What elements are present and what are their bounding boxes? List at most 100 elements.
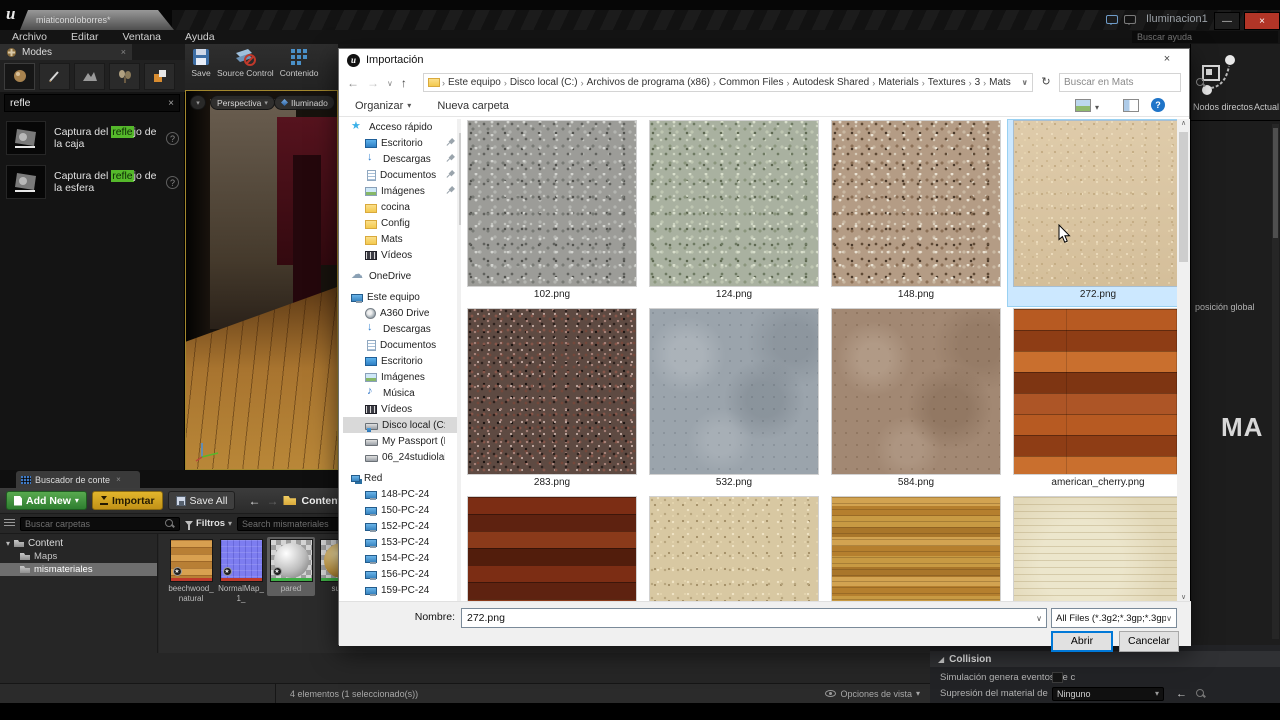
mode-result-row[interactable]: Captura del reflejo de la caja ? bbox=[0, 116, 185, 160]
filters-button[interactable]: Filtros bbox=[185, 518, 232, 530]
nav-item[interactable]: Imágenes bbox=[343, 369, 457, 385]
breadcrumb-segment[interactable]: Disco local (C:) bbox=[507, 77, 581, 88]
scrollbar-thumb[interactable] bbox=[1179, 132, 1188, 262]
nav-item[interactable]: 152-PC-24 bbox=[343, 518, 457, 534]
up-icon[interactable] bbox=[401, 76, 407, 90]
breadcrumb-segment[interactable]: Materials bbox=[875, 77, 922, 88]
nav-item[interactable]: Vídeos bbox=[343, 401, 457, 417]
help-icon[interactable]: ? bbox=[1151, 98, 1165, 112]
dialog-search-box[interactable] bbox=[1059, 73, 1204, 92]
file-thumbnail[interactable] bbox=[650, 309, 818, 474]
close-icon[interactable] bbox=[116, 475, 121, 484]
filename-dropdown-icon[interactable] bbox=[1036, 614, 1042, 623]
folder-search-input[interactable] bbox=[25, 518, 165, 529]
scrollbar-thumb[interactable] bbox=[1273, 128, 1278, 238]
actualize-label[interactable]: Actual bbox=[1254, 102, 1279, 112]
menu-item[interactable]: Archivo bbox=[0, 30, 59, 44]
asset-thumbnail[interactable] bbox=[169, 539, 213, 582]
file-thumbnail[interactable] bbox=[468, 497, 636, 601]
back-icon[interactable] bbox=[248, 494, 260, 508]
collapse-triangle-icon[interactable]: ◢ bbox=[938, 655, 944, 664]
address-dropdown-icon[interactable] bbox=[1022, 78, 1029, 87]
direct-nodes-label[interactable]: Nodos directos bbox=[1193, 102, 1253, 112]
nav-item[interactable]: Imágenes bbox=[343, 183, 457, 199]
nav-item[interactable]: 159-PC-24 bbox=[343, 582, 457, 598]
breadcrumb-segment[interactable]: Autodesk Shared bbox=[789, 77, 872, 88]
file-item[interactable] bbox=[461, 495, 643, 601]
file-item[interactable]: american_cherry.png bbox=[1007, 307, 1189, 495]
asset-item[interactable]: pared bbox=[267, 537, 315, 596]
modes-search-box[interactable] bbox=[4, 94, 180, 112]
file-thumbnail[interactable] bbox=[832, 121, 1000, 286]
file-item[interactable]: 272.png bbox=[1007, 119, 1189, 307]
perspective-button[interactable]: Perspectiva bbox=[210, 95, 275, 110]
nav-item[interactable]: Documentos bbox=[343, 167, 457, 183]
nav-item[interactable]: Escritorio bbox=[343, 353, 457, 369]
phys-material-dropdown[interactable]: Ninguno bbox=[1052, 686, 1164, 701]
nav-item[interactable]: Descargas bbox=[343, 321, 457, 337]
asset-item[interactable]: beechwood_ natural bbox=[167, 537, 215, 605]
save-all-button[interactable]: Save All bbox=[167, 491, 236, 510]
forward-icon[interactable] bbox=[367, 76, 379, 90]
foliage-mode-button[interactable] bbox=[109, 62, 140, 90]
file-thumbnail[interactable] bbox=[650, 121, 818, 286]
view-options-button[interactable]: Opciones de vista bbox=[825, 689, 920, 699]
nav-item[interactable]: 06_24studiolab ( bbox=[343, 449, 457, 465]
help-search-input[interactable] bbox=[1132, 31, 1278, 43]
collapse-sources-icon[interactable] bbox=[4, 519, 15, 528]
nav-item[interactable]: Config bbox=[343, 215, 457, 231]
nav-item[interactable]: My Passport (D:) bbox=[343, 433, 457, 449]
asset-thumbnail[interactable] bbox=[219, 539, 263, 582]
asset-item[interactable]: NormalMap_ 1_ bbox=[217, 537, 265, 605]
back-icon[interactable] bbox=[347, 76, 359, 90]
file-item[interactable]: 532.png bbox=[643, 307, 825, 495]
view-dropdown-icon[interactable] bbox=[1095, 103, 1099, 112]
breadcrumb-segment[interactable]: 3 bbox=[972, 77, 984, 88]
content-button[interactable]: Contenido bbox=[280, 47, 318, 78]
tree-item[interactable]: mismateriales bbox=[0, 563, 157, 576]
landscape-mode-button[interactable] bbox=[74, 62, 105, 90]
file-item[interactable] bbox=[1007, 495, 1189, 601]
nav-item[interactable]: 156-PC-24 bbox=[343, 566, 457, 582]
nav-item[interactable]: cocina bbox=[343, 199, 457, 215]
address-bar[interactable]: Este equipo Disco local (C:) Archivos de… bbox=[423, 73, 1033, 92]
use-selected-icon[interactable] bbox=[1176, 688, 1187, 700]
breadcrumb-root[interactable]: Content bbox=[301, 495, 341, 507]
nav-item[interactable]: Disco local (C:) bbox=[343, 417, 457, 433]
menu-item[interactable]: Ayuda bbox=[173, 30, 227, 44]
recent-locations-icon[interactable] bbox=[387, 79, 393, 88]
mode-result-row[interactable]: Captura del reflejo de la esfera ? bbox=[0, 160, 185, 204]
dialog-search-input[interactable] bbox=[1064, 77, 1196, 88]
save-button[interactable]: Save bbox=[191, 47, 211, 78]
minimize-button[interactable]: — bbox=[1214, 12, 1240, 30]
nav-item[interactable]: OneDrive bbox=[343, 267, 457, 284]
file-item[interactable]: 102.png bbox=[461, 119, 643, 307]
breadcrumb-segment[interactable]: Mats bbox=[986, 77, 1014, 88]
cancel-button[interactable]: Cancelar bbox=[1119, 631, 1179, 652]
dialog-title-bar[interactable]: u Importación × bbox=[339, 49, 1189, 71]
preview-pane-icon[interactable] bbox=[1123, 99, 1139, 112]
tree-item[interactable]: Maps bbox=[0, 550, 157, 563]
file-item[interactable]: 124.png bbox=[643, 119, 825, 307]
file-thumbnail[interactable] bbox=[1014, 497, 1182, 601]
viewport[interactable]: Perspectiva Iluminado bbox=[185, 90, 338, 470]
nav-item[interactable]: Descargas bbox=[343, 151, 457, 167]
nav-item[interactable]: Este equipo bbox=[343, 289, 457, 305]
simulation-events-checkbox[interactable] bbox=[1052, 671, 1063, 683]
message-icon[interactable] bbox=[1124, 15, 1136, 25]
expand-icon[interactable] bbox=[6, 539, 10, 548]
level-tab[interactable]: miaticonoloborres* bbox=[20, 10, 174, 30]
geometry-mode-button[interactable] bbox=[144, 62, 175, 90]
nav-item[interactable]: Vídeos bbox=[343, 247, 457, 263]
file-thumbnail[interactable] bbox=[1014, 121, 1182, 286]
nav-item[interactable]: A360 Drive bbox=[343, 305, 457, 321]
breadcrumb-segment[interactable]: Common Files bbox=[716, 77, 786, 88]
file-item[interactable]: 584.png bbox=[825, 307, 1007, 495]
close-button[interactable]: × bbox=[1244, 12, 1280, 30]
menu-item[interactable]: Ventana bbox=[110, 30, 173, 44]
place-mode-button[interactable] bbox=[4, 62, 35, 90]
source-control-button[interactable]: Source Control bbox=[217, 47, 274, 78]
nav-item[interactable]: 154-PC-24 bbox=[343, 550, 457, 566]
nav-item[interactable]: Escritorio bbox=[343, 135, 457, 151]
refresh-button[interactable] bbox=[1037, 73, 1055, 92]
